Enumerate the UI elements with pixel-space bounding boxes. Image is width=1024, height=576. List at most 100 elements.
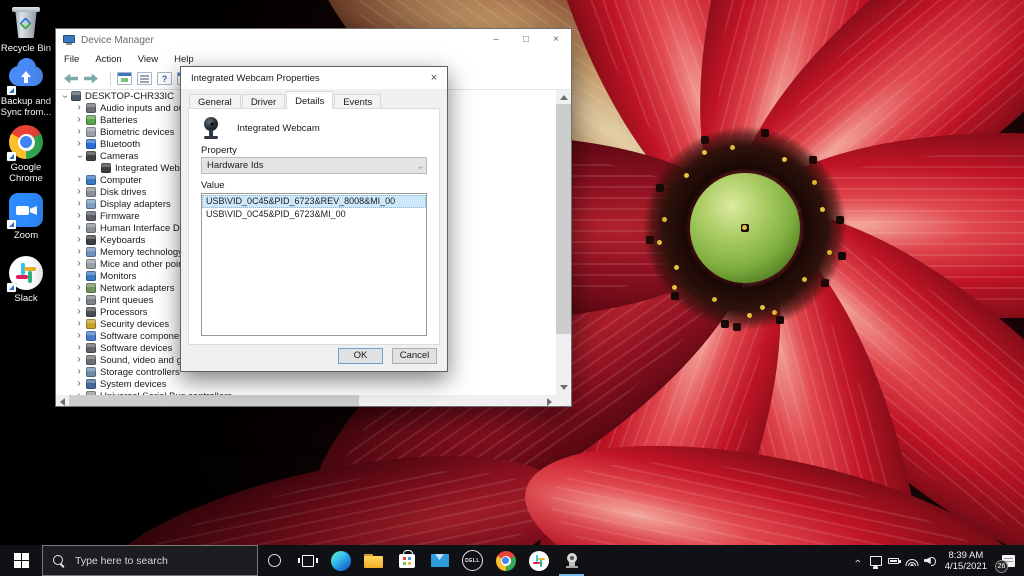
chevron-right-icon[interactable]: › <box>74 271 84 281</box>
scroll-up-icon[interactable] <box>560 95 568 100</box>
shortcut-arrow-icon <box>7 86 16 95</box>
scroll-down-icon[interactable] <box>560 385 568 390</box>
maximize-button[interactable]: □ <box>511 29 541 51</box>
console-window-icon[interactable] <box>117 72 132 85</box>
chevron-right-icon[interactable]: › <box>74 211 84 221</box>
cortana-button[interactable] <box>258 545 291 576</box>
chevron-right-icon[interactable]: › <box>74 175 84 185</box>
chevron-right-icon[interactable]: › <box>74 139 84 149</box>
computer-icon <box>71 91 81 101</box>
chevron-right-icon[interactable]: › <box>74 235 84 245</box>
start-button[interactable] <box>0 545 42 576</box>
chevron-right-icon[interactable]: › <box>74 295 84 305</box>
value-list[interactable]: USB\VID_0C45&PID_6723&REV_8008&MI_00 USB\… <box>201 193 427 336</box>
notification-center-button[interactable]: 26 <box>995 545 1021 576</box>
chevron-up-icon: › <box>851 558 864 563</box>
shortcut-arrow-icon <box>7 283 16 292</box>
tab-events[interactable]: Events <box>334 94 382 109</box>
chevron-right-icon[interactable]: › <box>74 379 84 389</box>
chevron-right-icon[interactable]: › <box>74 115 84 125</box>
scrollbar-thumb[interactable] <box>69 395 359 406</box>
menu-view[interactable]: View <box>130 54 166 65</box>
chevron-right-icon[interactable]: › <box>74 103 84 113</box>
chevron-right-icon[interactable]: › <box>74 307 84 317</box>
minimize-button[interactable]: – <box>481 29 511 51</box>
mail-button[interactable] <box>423 545 456 576</box>
chevron-right-icon[interactable]: › <box>74 259 84 269</box>
meet-now-button[interactable] <box>867 545 885 576</box>
desktop-icon-backup-and-sync[interactable]: Backup and Sync from... <box>0 58 52 118</box>
menu-action[interactable]: Action <box>87 54 129 65</box>
chevron-right-icon[interactable]: › <box>74 355 84 365</box>
edge-taskbar-button[interactable] <box>324 545 357 576</box>
property-dropdown[interactable]: Hardware Ids › <box>201 157 427 174</box>
keyboard-icon <box>86 235 96 245</box>
edge-icon <box>330 550 351 571</box>
taskbar-search[interactable] <box>42 545 258 576</box>
volume-button[interactable] <box>921 545 939 576</box>
device-manager-taskbar-button[interactable] <box>555 545 588 576</box>
desktop-icon-google-chrome[interactable]: Google Chrome <box>0 124 52 184</box>
chevron-right-icon[interactable]: › <box>74 283 84 293</box>
scroll-left-icon[interactable] <box>60 398 65 406</box>
menu-help[interactable]: Help <box>166 54 202 65</box>
scroll-right-icon[interactable] <box>547 398 552 406</box>
close-icon[interactable]: × <box>421 67 447 89</box>
chevron-right-icon[interactable]: › <box>74 367 84 377</box>
chevron-right-icon[interactable]: › <box>74 319 84 329</box>
tree-item-label: Batteries <box>100 114 138 126</box>
desktop-icon-label: Backup and Sync from... <box>0 96 52 118</box>
desktop-icon-slack[interactable]: Slack <box>0 255 52 305</box>
chevron-down-icon[interactable]: › <box>60 92 71 102</box>
chrome-taskbar-button[interactable] <box>489 545 522 576</box>
desktop-icon-recycle-bin[interactable]: Recycle Bin <box>0 5 52 55</box>
dialog-title: Integrated Webcam Properties <box>191 72 320 84</box>
search-input[interactable] <box>73 553 233 568</box>
dell-button[interactable]: DELL <box>456 545 489 576</box>
search-icon <box>53 554 65 567</box>
desktop-icon-zoom[interactable]: Zoom <box>0 192 52 242</box>
chevron-right-icon[interactable]: › <box>74 331 84 341</box>
back-icon[interactable] <box>64 73 78 84</box>
chevron-right-icon[interactable]: › <box>74 247 84 257</box>
file-explorer-button[interactable] <box>357 545 390 576</box>
chevron-right-icon[interactable]: › <box>74 187 84 197</box>
chrome-icon <box>7 124 44 161</box>
chevron-right-icon[interactable]: › <box>74 127 84 137</box>
slack-taskbar-button[interactable] <box>522 545 555 576</box>
scrollbar-thumb[interactable] <box>556 104 571 334</box>
hidden-icons-button[interactable]: › <box>849 545 867 576</box>
chevron-right-icon[interactable]: › <box>74 199 84 209</box>
store-button[interactable] <box>390 545 423 576</box>
tab-general[interactable]: General <box>189 94 241 109</box>
value-item[interactable]: USB\VID_0C45&PID_6723&REV_8008&MI_00 <box>202 195 426 208</box>
properties-icon[interactable] <box>137 72 152 85</box>
ok-button[interactable]: OK <box>338 348 383 364</box>
desktop-icon-label: Recycle Bin <box>0 43 52 54</box>
title-bar[interactable]: Device Manager – □ × <box>56 29 571 51</box>
sound-icon <box>86 355 96 365</box>
tab-details[interactable]: Details <box>286 91 334 109</box>
forward-icon[interactable] <box>84 73 98 84</box>
value-item[interactable]: USB\VID_0C45&PID_6723&MI_00 <box>202 208 426 221</box>
taskbar-clock[interactable]: 8:39 AM 4/15/2021 <box>945 550 987 572</box>
cancel-button[interactable]: Cancel <box>392 348 437 364</box>
network-button[interactable] <box>903 545 921 576</box>
menu-file[interactable]: File <box>56 54 87 65</box>
device-manager-app-icon <box>63 34 75 46</box>
help-icon[interactable]: ? <box>157 72 172 85</box>
chevron-right-icon[interactable]: › <box>74 223 84 233</box>
tree-item-system-devices[interactable]: › System devices <box>56 378 556 390</box>
battery-button[interactable] <box>885 545 903 576</box>
close-button[interactable]: × <box>541 29 571 51</box>
mail-icon <box>430 554 449 567</box>
mouse-icon <box>86 259 96 269</box>
tree-item-label: Firmware <box>100 210 140 222</box>
horizontal-scrollbar[interactable] <box>56 395 556 406</box>
chevron-right-icon[interactable]: › <box>74 343 84 353</box>
chevron-down-icon[interactable]: › <box>75 152 86 162</box>
vertical-scrollbar[interactable] <box>556 90 571 395</box>
tab-driver[interactable]: Driver <box>241 94 286 109</box>
dialog-title-bar[interactable]: Integrated Webcam Properties × <box>181 67 447 89</box>
task-view-button[interactable] <box>291 545 324 576</box>
